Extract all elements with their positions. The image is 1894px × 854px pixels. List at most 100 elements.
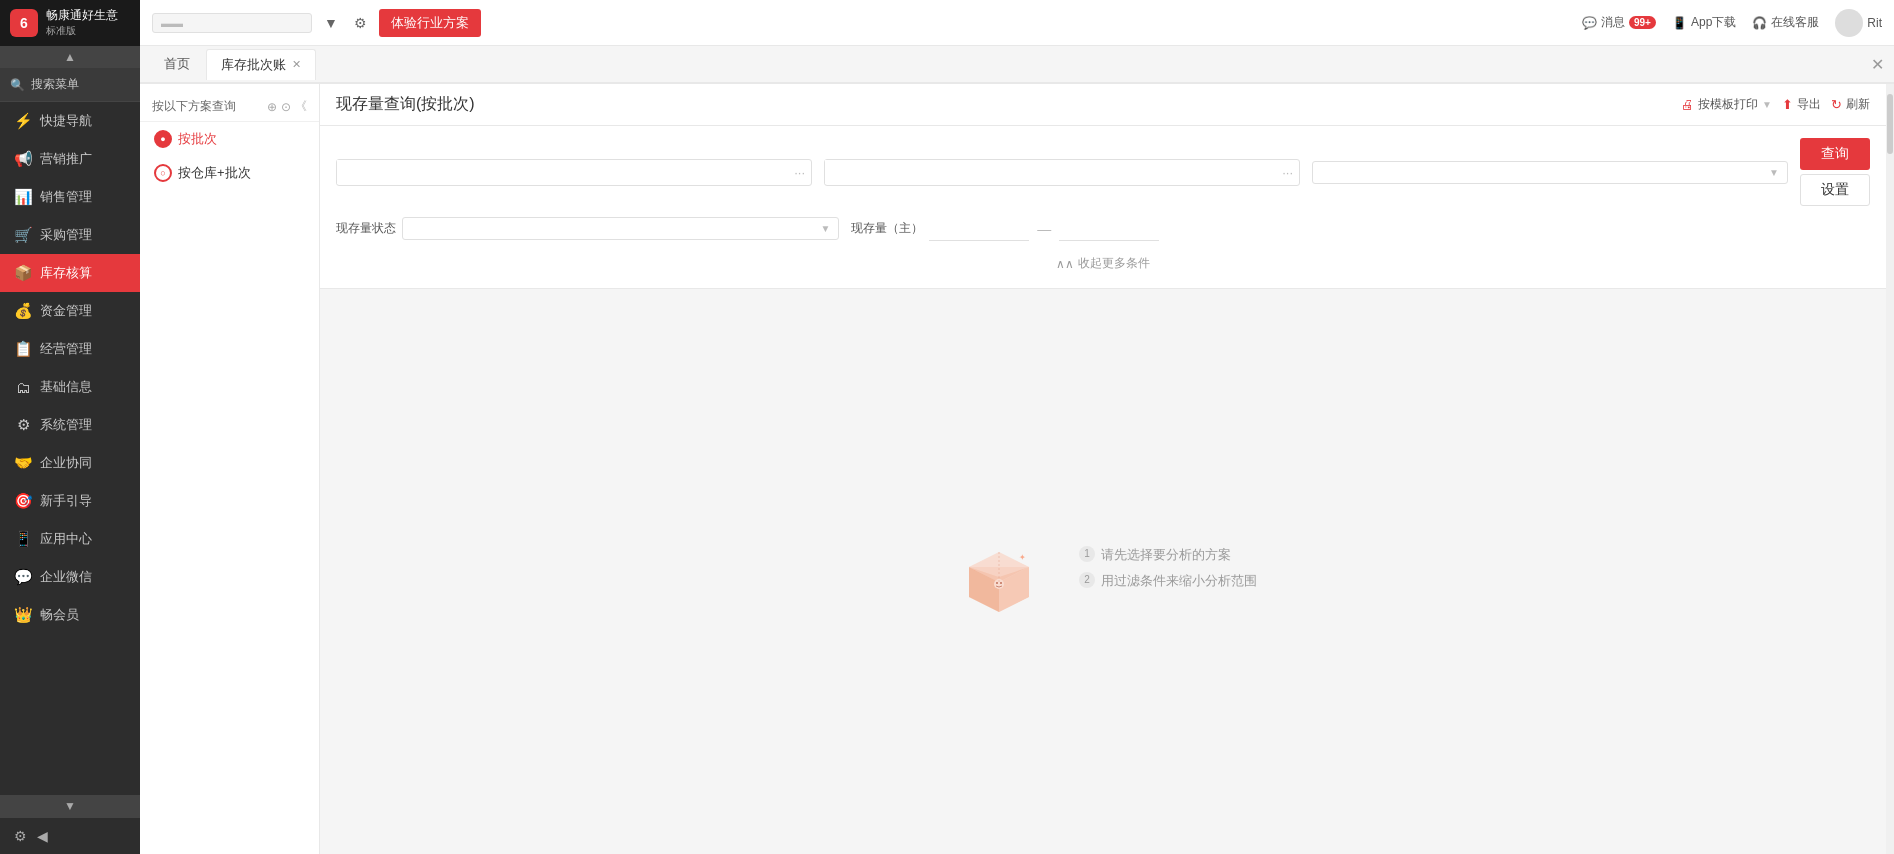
sidebar-label-sales: 销售管理 xyxy=(40,188,92,206)
finance-icon: 💰 xyxy=(14,302,32,320)
operation-icon: 📋 xyxy=(14,340,32,358)
filter-warehouse: ··· xyxy=(336,159,812,186)
warehouse-input[interactable] xyxy=(337,160,788,184)
app-download-action[interactable]: 📱 App下载 xyxy=(1672,14,1736,31)
sidebar-item-marketing[interactable]: 📢 营销推广 xyxy=(0,140,140,178)
topbar-right: 💬 消息 99+ 📱 App下载 🎧 在线客服 Rit xyxy=(1582,9,1882,37)
topbar-search-box: ▬▬ xyxy=(152,13,312,33)
print-btn[interactable]: 🖨 按模板打印 ▼ xyxy=(1681,96,1772,113)
warehouse-batch-plan-icon: ○ xyxy=(154,164,172,182)
tip-num-1: 1 xyxy=(1079,546,1095,562)
sidebar-item-wechat[interactable]: 💬 企业微信 xyxy=(0,558,140,596)
settings-icon[interactable]: ⚙ xyxy=(14,828,27,844)
empty-state: ✦ · 1 请先选择要分析的方案 2 用过滤条件来缩小分析范围 xyxy=(320,289,1886,854)
sidebar-label-inventory: 库存核算 xyxy=(40,264,92,282)
tip-1: 1 请先选择要分析的方案 xyxy=(1079,546,1257,564)
sidebar-item-purchase[interactable]: 🛒 采购管理 xyxy=(0,216,140,254)
sidebar-label-operation: 经营管理 xyxy=(40,340,92,358)
topbar-settings-icon[interactable]: ⚙ xyxy=(350,11,371,35)
set-btn[interactable]: 设置 xyxy=(1800,174,1870,206)
messages-action[interactable]: 💬 消息 99+ xyxy=(1582,14,1656,31)
tab-home[interactable]: 首页 xyxy=(150,49,204,79)
sidebar-item-enterprise[interactable]: 🤝 企业协同 xyxy=(0,444,140,482)
sidebar-item-app-center[interactable]: 📱 应用中心 xyxy=(0,520,140,558)
quick-nav-icon: ⚡ xyxy=(14,112,32,130)
svg-point-6 xyxy=(996,582,998,584)
tip-num-2: 2 xyxy=(1079,572,1095,588)
plan-label-by-batch: 按批次 xyxy=(178,130,217,148)
sidebar-item-member[interactable]: 👑 畅会员 xyxy=(0,596,140,634)
sidebar-item-basic[interactable]: 🗂 基础信息 xyxy=(0,368,140,406)
plan-item-by-batch[interactable]: ● 按批次 xyxy=(140,122,319,156)
enterprise-icon: 🤝 xyxy=(14,454,32,472)
online-service-label: 在线客服 xyxy=(1771,14,1819,31)
sidebar-item-operation[interactable]: 📋 经营管理 xyxy=(0,330,140,368)
warehouse-input-wrap: ··· xyxy=(336,159,812,186)
stock-qty-label: 现存量（主） xyxy=(851,220,923,237)
warehouse-more-icon[interactable]: ··· xyxy=(788,160,811,185)
scroll-up-btn[interactable]: ▲ xyxy=(0,46,140,68)
app-version: 标准版 xyxy=(46,24,118,38)
sidebar-nav: ⚡ 快捷导航 📢 营销推广 📊 销售管理 🛒 采购管理 📦 库存核算 💰 资金管… xyxy=(0,102,140,795)
left-panel: 按以下方案查询 ⊕ ⊙ 《 ● 按批次 ○ 按仓库+批次 xyxy=(140,84,320,854)
wechat-icon: 💬 xyxy=(14,568,32,586)
message-icon: 💬 xyxy=(1582,16,1597,30)
marketing-icon: 📢 xyxy=(14,150,32,168)
add-plan-icon[interactable]: ⊕ xyxy=(267,100,277,114)
app-name: 畅康通好生意 xyxy=(46,8,118,24)
sidebar-label-system: 系统管理 xyxy=(40,416,92,434)
empty-box-svg: ✦ · xyxy=(949,522,1049,622)
stock-status-dropdown-icon: ▼ xyxy=(820,223,830,234)
scroll-down-btn[interactable]: ▼ xyxy=(0,795,140,817)
collapse-panel-icon[interactable]: 《 xyxy=(295,98,307,115)
online-service-action[interactable]: 🎧 在线客服 xyxy=(1752,14,1819,31)
product-more-icon[interactable]: ··· xyxy=(1276,160,1299,185)
plan-item-by-warehouse-batch[interactable]: ○ 按仓库+批次 xyxy=(140,156,319,190)
sidebar-item-system[interactable]: ⚙ 系统管理 xyxy=(0,406,140,444)
trial-btn[interactable]: 体验行业方案 xyxy=(379,9,481,37)
svg-point-7 xyxy=(1000,582,1002,584)
sidebar-item-quick-nav[interactable]: ⚡ 快捷导航 xyxy=(0,102,140,140)
sidebar-search[interactable]: 🔍 搜索菜单 xyxy=(0,68,140,102)
sidebar-item-newbie[interactable]: 🎯 新手引导 xyxy=(0,482,140,520)
user-area[interactable]: Rit xyxy=(1835,9,1882,37)
export-btn[interactable]: ⬆ 导出 xyxy=(1782,96,1821,113)
refresh-btn[interactable]: ↻ 刷新 xyxy=(1831,96,1870,113)
content-area: 按以下方案查询 ⊕ ⊙ 《 ● 按批次 ○ 按仓库+批次 现存量查询(按批次) xyxy=(140,84,1894,854)
status-select[interactable]: ▼ xyxy=(1312,161,1788,184)
basic-icon: 🗂 xyxy=(14,379,32,396)
stock-status-select[interactable]: ▼ xyxy=(402,217,839,240)
plan-label-by-warehouse-batch: 按仓库+批次 xyxy=(178,164,251,182)
tab-close-inventory-batch[interactable]: ✕ xyxy=(292,58,301,71)
page-close-btn[interactable]: ✕ xyxy=(1871,55,1884,74)
tip-text-2: 用过滤条件来缩小分析范围 xyxy=(1101,572,1257,590)
topbar-dropdown-icon[interactable]: ▼ xyxy=(320,11,342,35)
app-download-label: App下载 xyxy=(1691,14,1736,31)
topbar-left: ▬▬ ▼ ⚙ 体验行业方案 xyxy=(152,9,1574,37)
product-input[interactable] xyxy=(825,160,1276,184)
export-icon: ⬆ xyxy=(1782,97,1793,112)
panel-header: 按以下方案查询 ⊕ ⊙ 《 xyxy=(140,92,319,122)
headphone-icon: 🎧 xyxy=(1752,16,1767,30)
settings-plan-icon[interactable]: ⊙ xyxy=(281,100,291,114)
sidebar-footer: ⚙ ◀ xyxy=(0,817,140,854)
sidebar-item-inventory[interactable]: 📦 库存核算 xyxy=(0,254,140,292)
query-btn[interactable]: 查询 xyxy=(1800,138,1870,170)
filter-row-2: 现存量状态 ▼ 现存量（主） — xyxy=(336,216,1870,241)
sidebar-item-finance[interactable]: 💰 资金管理 xyxy=(0,292,140,330)
batch-plan-icon: ● xyxy=(154,130,172,148)
stock-qty-max-input[interactable] xyxy=(1059,216,1159,241)
messages-label: 消息 xyxy=(1601,14,1625,31)
sidebar-label-finance: 资金管理 xyxy=(40,302,92,320)
sidebar-item-sales[interactable]: 📊 销售管理 xyxy=(0,178,140,216)
stock-qty-min-input[interactable] xyxy=(929,216,1029,241)
collapse-sidebar-icon[interactable]: ◀ xyxy=(37,828,48,844)
tab-inventory-batch[interactable]: 库存批次账 ✕ xyxy=(206,49,316,80)
scrollbar-thumb[interactable] xyxy=(1887,94,1893,154)
app-name-area: 畅康通好生意 标准版 xyxy=(46,8,118,38)
scrollbar-track[interactable] xyxy=(1886,84,1894,854)
sidebar-label-member: 畅会员 xyxy=(40,606,79,624)
collapse-filter-btn[interactable]: ∧∧ 收起更多条件 xyxy=(336,251,1870,276)
tab-bar: 首页 库存批次账 ✕ ✕ xyxy=(140,46,1894,84)
avatar xyxy=(1835,9,1863,37)
